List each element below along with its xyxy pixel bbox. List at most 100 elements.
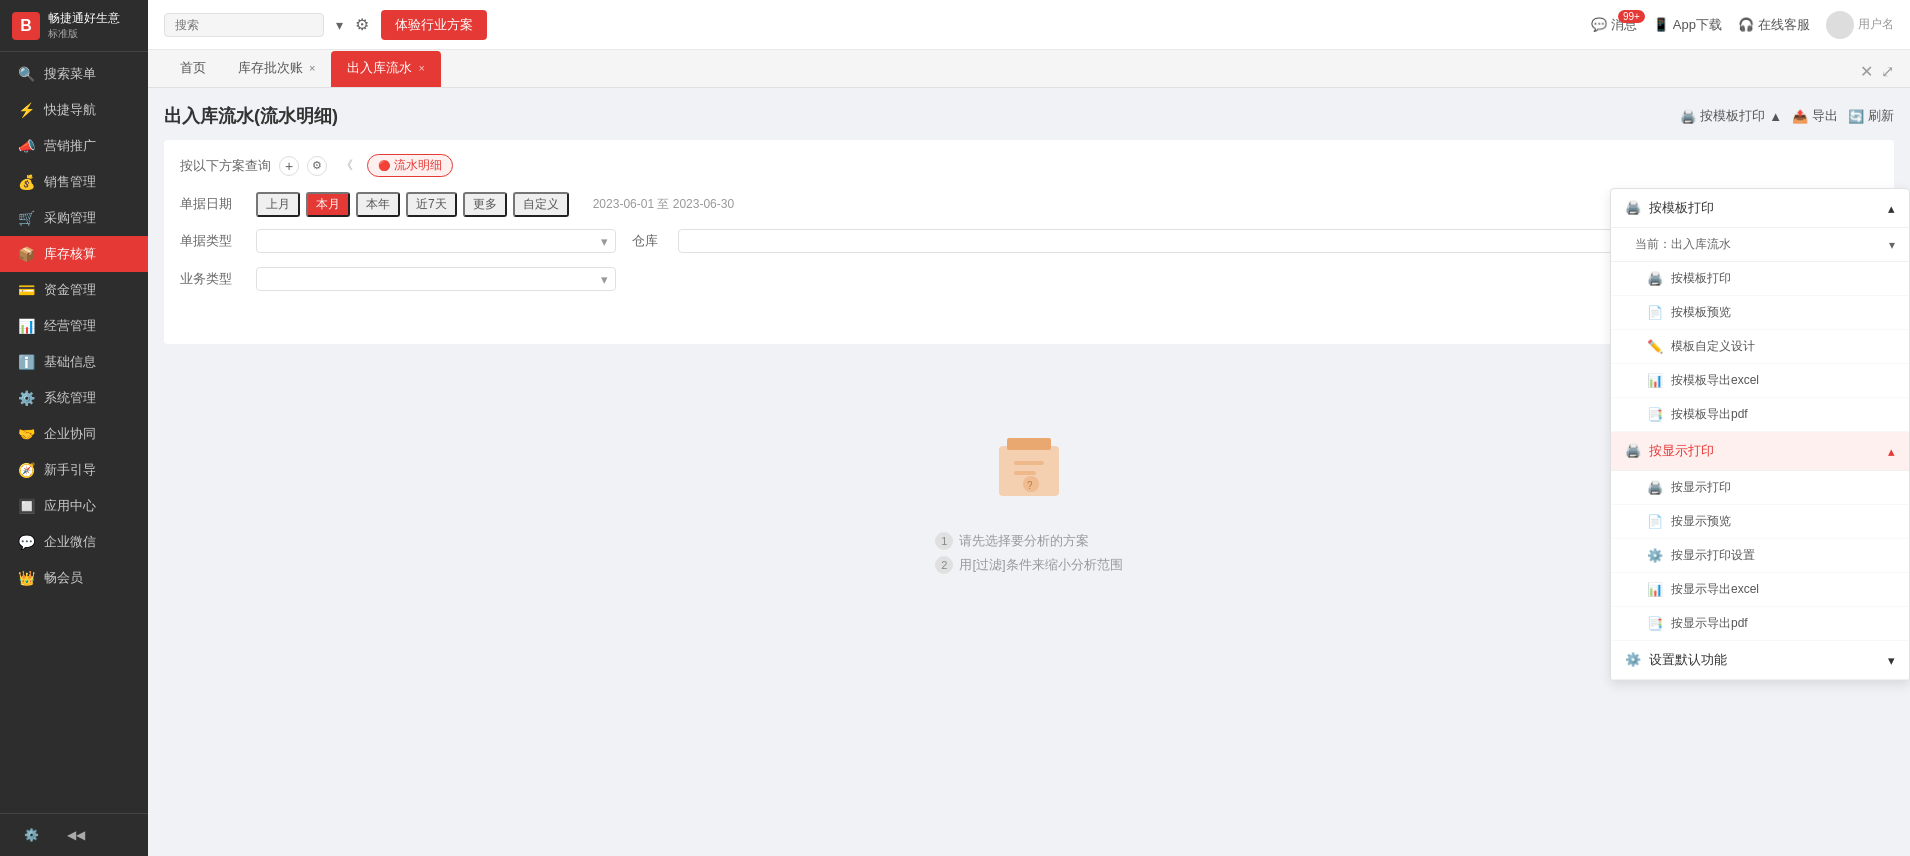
dropdown-item-template-excel[interactable]: 📊 按模板导出excel	[1611, 364, 1909, 398]
tip-num-2: 2	[935, 556, 953, 574]
date-tabs: 上月本月本年近7天更多自定义	[256, 192, 569, 217]
online-service-btn[interactable]: 🎧 在线客服	[1738, 16, 1810, 34]
sidebar-item-system[interactable]: ⚙️系统管理	[0, 380, 148, 416]
dropdown-item-display-excel[interactable]: 📊 按显示导出excel	[1611, 573, 1909, 607]
template-print-btn[interactable]: 🖨️ 按模板打印 ▲	[1680, 107, 1782, 125]
svg-rect-1	[1007, 438, 1051, 450]
dropdown-item-display-pdf[interactable]: 📑按显示导出pdf	[1611, 607, 1909, 641]
export-btn[interactable]: 📤 导出	[1792, 107, 1838, 125]
sidebar-item-quick-nav[interactable]: ⚡快捷导航	[0, 92, 148, 128]
dropdown-section-display-print[interactable]: 🖨️按显示打印▴	[1611, 432, 1909, 471]
template-custom-icon: ✏️	[1647, 339, 1663, 354]
date-tab-近7天[interactable]: 近7天	[406, 192, 457, 217]
dropdown-item-template-pdf[interactable]: 📑按模板导出pdf	[1611, 398, 1909, 432]
sidebar-item-inventory[interactable]: 📦库存核算	[0, 236, 148, 272]
user-avatar[interactable]: 用户名	[1826, 11, 1894, 39]
biz-type-select[interactable]	[256, 267, 616, 291]
display-preview-icon: 📄	[1647, 514, 1663, 529]
display-pdf-icon: 📑	[1647, 616, 1663, 631]
industry-btn[interactable]: 体验行业方案	[381, 10, 487, 40]
date-label: 单据日期	[180, 195, 240, 213]
display-excel-icon: 📊	[1647, 582, 1663, 597]
sidebar-item-guide[interactable]: 🧭新手引导	[0, 452, 148, 488]
sidebar-item-appstore[interactable]: 🔲应用中心	[0, 488, 148, 524]
type-select[interactable]	[256, 229, 616, 253]
sidebar-item-operations[interactable]: 📊经营管理	[0, 308, 148, 344]
sidebar: B 畅捷通好生意 标准版 🔍搜索菜单⚡快捷导航📣营销推广💰销售管理🛒采购管理📦库…	[0, 0, 148, 856]
filter-settings-icon-btn[interactable]: ⚙	[307, 156, 327, 176]
dropdown-item-display-print-item[interactable]: 🖨️按显示打印	[1611, 471, 1909, 505]
print-icon: 🖨️	[1680, 109, 1696, 124]
biz-type-select-wrap	[256, 267, 616, 291]
empty-illustration: ?	[979, 416, 1079, 516]
tab-batch-account[interactable]: 库存批次账 ×	[222, 51, 331, 87]
topbar: ▾ ⚙ 体验行业方案 💬 消息 99+ 📱 App下载 🎧 在线客服 用户名	[148, 0, 1910, 50]
topbar-search-input[interactable]	[164, 13, 324, 37]
topbar-dropdown-btn[interactable]: ▾	[336, 17, 343, 33]
dropdown-item-template-custom[interactable]: ✏️ 模板自定义设计	[1611, 330, 1909, 364]
export-icon: 📤	[1792, 109, 1808, 124]
app-name: 畅捷通好生意 标准版	[48, 10, 120, 41]
chevron-up-icon: ▲	[1769, 109, 1782, 124]
dropdown-item-display-preview[interactable]: 📄 按显示预览	[1611, 505, 1909, 539]
maximize-btn[interactable]: ⤢	[1881, 62, 1894, 81]
message-btn[interactable]: 💬 消息 99+	[1591, 16, 1637, 34]
app-download-btn[interactable]: 📱 App下载	[1653, 16, 1722, 34]
tab-label-home: 首页	[180, 59, 206, 77]
collapse-sidebar-btn[interactable]: ◀◀	[59, 824, 93, 846]
sub-label-template-print: 当前：出入库流水	[1635, 236, 1731, 253]
sidebar-item-collab[interactable]: 🤝企业协同	[0, 416, 148, 452]
tabbar: 首页库存批次账×出入库流水×	[148, 50, 1910, 88]
sidebar-item-finance[interactable]: 💳资金管理	[0, 272, 148, 308]
display-print-icon: 🖨️	[1625, 443, 1641, 458]
dropdown-item-display-print-settings[interactable]: ⚙️按显示打印设置	[1611, 539, 1909, 573]
dropdown-item-template-print-item[interactable]: 🖨️按模板打印	[1611, 262, 1909, 296]
sidebar-item-search[interactable]: 🔍搜索菜单	[0, 56, 148, 92]
sidebar-item-wechat[interactable]: 💬企业微信	[0, 524, 148, 560]
sidebar-item-purchase[interactable]: 🛒采购管理	[0, 200, 148, 236]
tab-label-batch-account: 库存批次账	[238, 59, 303, 77]
template-pdf-icon: 📑	[1647, 407, 1663, 422]
sales-icon: 💰	[16, 174, 36, 190]
sidebar-item-basic[interactable]: ℹ️基础信息	[0, 344, 148, 380]
refresh-btn[interactable]: 🔄 刷新	[1848, 107, 1894, 125]
filter-collapse-btn[interactable]: 《	[335, 155, 359, 176]
sidebar-item-label: 采购管理	[44, 209, 96, 227]
template-excel-label: 按模板导出excel	[1671, 372, 1759, 389]
dropdown-sub-template-print: 当前：出入库流水▾	[1611, 228, 1909, 262]
template-excel-icon: 📊	[1647, 373, 1663, 388]
tab-flow[interactable]: 出入库流水×	[331, 51, 440, 87]
dropdown-panel: 🖨️按模板打印▴当前：出入库流水▾🖨️按模板打印📄按模板预览 ✏️ 模板自定义设计 📊…	[1610, 188, 1910, 681]
dropdown-item-template-preview[interactable]: 📄按模板预览	[1611, 296, 1909, 330]
sidebar-item-sales[interactable]: 💰销售管理	[0, 164, 148, 200]
filter-add-btn[interactable]: +	[279, 156, 299, 176]
filter-header: 按以下方案查询 + ⚙ 《 🔴 流水明细	[180, 154, 1878, 177]
svg-rect-3	[1014, 471, 1036, 475]
date-tab-更多[interactable]: 更多	[463, 192, 507, 217]
date-tab-上月[interactable]: 上月	[256, 192, 300, 217]
tab-home[interactable]: 首页	[164, 51, 222, 87]
type-select-wrap	[256, 229, 616, 253]
tab-close-flow[interactable]: ×	[418, 62, 424, 74]
appstore-icon: 🔲	[16, 498, 36, 514]
topbar-gear-btn[interactable]: ⚙	[355, 15, 369, 34]
settings-icon-btn[interactable]: ⚙️	[16, 824, 47, 846]
sidebar-item-member[interactable]: 👑畅会员	[0, 560, 148, 596]
marketing-icon: 📣	[16, 138, 36, 154]
sidebar-item-label: 新手引导	[44, 461, 96, 479]
date-tab-自定义[interactable]: 自定义	[513, 192, 569, 217]
sidebar-item-marketing[interactable]: 📣营销推广	[0, 128, 148, 164]
tag-icon: 🔴	[378, 160, 390, 171]
display-excel-label: 按显示导出excel	[1671, 581, 1759, 598]
dropdown-section-set-default[interactable]: ⚙️设置默认功能▾	[1611, 641, 1909, 680]
sidebar-item-label: 基础信息	[44, 353, 96, 371]
display-preview-label: 按显示预览	[1671, 513, 1731, 530]
date-tab-本年[interactable]: 本年	[356, 192, 400, 217]
close-tab-btn[interactable]: ✕	[1860, 62, 1873, 81]
dropdown-section-template-print[interactable]: 🖨️按模板打印▴	[1611, 189, 1909, 228]
tab-close-batch-account[interactable]: ×	[309, 62, 315, 74]
quick-nav-icon: ⚡	[16, 102, 36, 118]
display-print-settings-icon: ⚙️	[1647, 548, 1663, 563]
date-tab-本月[interactable]: 本月	[306, 192, 350, 217]
template-custom-label: 模板自定义设计	[1671, 338, 1755, 355]
